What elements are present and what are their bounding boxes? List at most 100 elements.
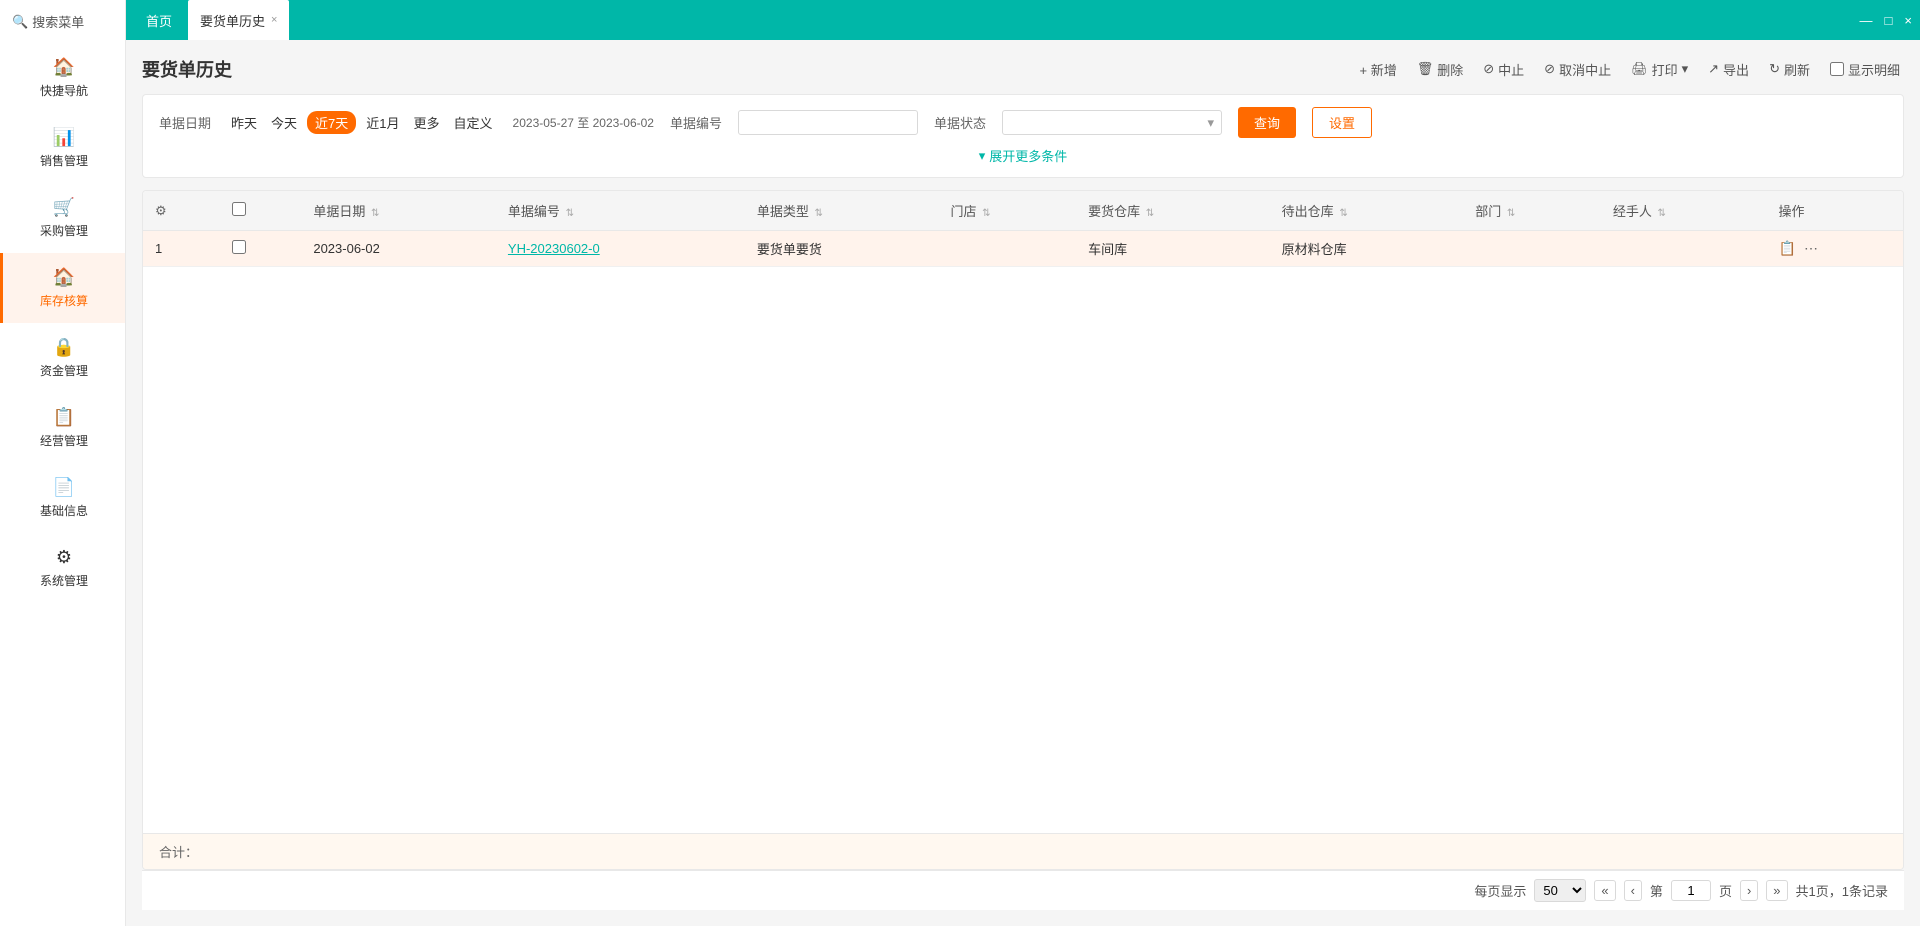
- sidebar-item-label: 快捷导航: [40, 82, 88, 99]
- sidebar-item-base-info[interactable]: 📄 基础信息: [0, 463, 125, 533]
- window-minimize-btn[interactable]: —: [1860, 13, 1873, 28]
- cell-pendingwarehouse: 原材料仓库: [1270, 231, 1464, 267]
- refresh-icon: ↻: [1769, 61, 1780, 77]
- sidebar-item-label: 库存核算: [40, 292, 88, 309]
- date-btn-more[interactable]: 更多: [410, 111, 444, 134]
- col-store-header: 门店 ⇅: [938, 191, 1076, 231]
- date-filter-label: 单据日期: [159, 113, 211, 132]
- sidebar-item-inventory[interactable]: 🏠 库存核算: [0, 253, 125, 323]
- tab-close-icon[interactable]: ×: [271, 14, 277, 26]
- table-header-row: ⚙ 单据日期 ⇅ 单据编号 ⇅: [143, 191, 1903, 231]
- data-table: ⚙ 单据日期 ⇅ 单据编号 ⇅: [143, 191, 1903, 267]
- date-btn-1month[interactable]: 近1月: [362, 111, 403, 134]
- date-btn-custom[interactable]: 自定义: [450, 111, 497, 134]
- refresh-button[interactable]: ↻ 刷新: [1765, 58, 1814, 81]
- page-input[interactable]: [1671, 880, 1711, 901]
- inventory-icon: 🏠: [53, 267, 75, 288]
- bill-no-label: 单据编号: [670, 113, 722, 132]
- sidebar-item-sales[interactable]: 📊 销售管理: [0, 113, 125, 183]
- table-settings-icon[interactable]: ⚙: [155, 203, 167, 218]
- cell-handler: [1601, 231, 1767, 267]
- bill-no-link[interactable]: YH-20230602-0: [508, 241, 600, 256]
- page-suffix: 页: [1719, 881, 1732, 900]
- sidebar-item-label: 资金管理: [40, 362, 88, 379]
- handler-sort-icon[interactable]: ⇅: [1658, 208, 1666, 219]
- next-page-btn[interactable]: ›: [1740, 880, 1758, 901]
- print-button[interactable]: 🖨 打印 ▾: [1627, 58, 1692, 81]
- sidebar-item-label: 基础信息: [40, 502, 88, 519]
- table-container: ⚙ 单据日期 ⇅ 单据编号 ⇅: [142, 190, 1904, 870]
- clipboard-icon: 📋: [53, 407, 75, 428]
- per-page-select[interactable]: 10 20 50 100: [1534, 879, 1586, 902]
- date-range-display: 2023-05-27 至 2023-06-02: [513, 114, 654, 131]
- window-maximize-btn[interactable]: □: [1885, 13, 1893, 28]
- status-select[interactable]: [1002, 110, 1222, 135]
- sidebar-item-finance[interactable]: 🔒 资金管理: [0, 323, 125, 393]
- first-page-btn[interactable]: «: [1594, 880, 1615, 901]
- page-title: 要货单历史: [142, 56, 232, 82]
- filter-row-1: 单据日期 昨天 今天 近7天 近1月 更多 自定义 2023-05-27 至 2…: [159, 107, 1887, 138]
- suspend-button[interactable]: ⊘ 中止: [1479, 58, 1528, 81]
- page-header: 要货单历史 + 新增 🗑 删除 ⊘ 中止 ⊘ 取消中止 🖨 打印: [142, 56, 1904, 82]
- store-sort-icon[interactable]: ⇅: [982, 208, 990, 219]
- col-operation-header: 操作: [1767, 191, 1904, 231]
- export-button[interactable]: ↗ 导出: [1704, 58, 1753, 81]
- last-page-btn[interactable]: »: [1766, 880, 1787, 901]
- suspend-icon: ⊘: [1483, 61, 1494, 77]
- show-detail-checkbox[interactable]: 显示明细: [1826, 58, 1904, 81]
- date-btn-7days[interactable]: 近7天: [307, 111, 356, 134]
- delete-button[interactable]: 🗑 删除: [1413, 58, 1468, 81]
- filter-area: 单据日期 昨天 今天 近7天 近1月 更多 自定义 2023-05-27 至 2…: [142, 94, 1904, 178]
- topbar-tab-active[interactable]: 要货单历史 ×: [188, 0, 289, 40]
- expand-more-btn[interactable]: ▾ 展开更多条件: [159, 146, 1887, 165]
- date-sort-icon[interactable]: ⇅: [371, 208, 379, 219]
- page-label: 第: [1650, 881, 1663, 900]
- prev-page-btn[interactable]: ‹: [1624, 880, 1642, 901]
- sidebar-item-quick-nav[interactable]: 🏠 快捷导航: [0, 43, 125, 113]
- col-billtype-header: 单据类型 ⇅: [745, 191, 939, 231]
- reqwarehouse-sort-icon[interactable]: ⇅: [1146, 208, 1154, 219]
- cell-operations: 📋 ⋯: [1767, 231, 1904, 267]
- topbar-home[interactable]: 首页: [134, 0, 184, 40]
- cell-reqwarehouse: 车间库: [1076, 231, 1270, 267]
- delete-icon: 🗑: [1417, 61, 1434, 77]
- tab-label: 要货单历史: [200, 11, 265, 30]
- sidebar-item-operations[interactable]: 📋 经营管理: [0, 393, 125, 463]
- date-btn-yesterday[interactable]: 昨天: [227, 111, 261, 134]
- bill-no-input[interactable]: [738, 110, 918, 135]
- select-all-checkbox[interactable]: [232, 202, 246, 216]
- row-edit-btn[interactable]: 📋: [1779, 240, 1796, 257]
- cancel-suspend-button[interactable]: ⊘ 取消中止: [1540, 58, 1615, 81]
- cell-index: 1: [143, 231, 220, 267]
- col-settings[interactable]: ⚙: [143, 191, 220, 231]
- home-icon: 🏠: [53, 57, 75, 78]
- billtype-sort-icon[interactable]: ⇅: [815, 208, 823, 219]
- row-more-btn[interactable]: ⋯: [1804, 240, 1818, 257]
- sidebar-item-purchase[interactable]: 🛒 采购管理: [0, 183, 125, 253]
- table-row: 1 2023-06-02 YH-20230602-0 要货单要货 车间库 原材料…: [143, 231, 1903, 267]
- new-button[interactable]: + 新增: [1355, 58, 1400, 81]
- billno-sort-icon[interactable]: ⇅: [566, 208, 574, 219]
- col-checkbox[interactable]: [220, 191, 302, 231]
- show-detail-input[interactable]: [1830, 62, 1844, 76]
- sidebar-search[interactable]: 🔍 搜索菜单: [0, 0, 125, 43]
- cell-billno: YH-20230602-0: [496, 231, 745, 267]
- dept-sort-icon[interactable]: ⇅: [1507, 208, 1515, 219]
- date-btn-today[interactable]: 今天: [267, 111, 301, 134]
- sidebar-item-system[interactable]: ⚙ 系统管理: [0, 533, 125, 603]
- print-icon: 🖨: [1631, 61, 1648, 77]
- sidebar-item-label: 经营管理: [40, 432, 88, 449]
- row-action-group: 📋 ⋯: [1779, 240, 1892, 257]
- query-button[interactable]: 查询: [1238, 107, 1296, 138]
- document-icon: 📄: [53, 477, 75, 498]
- cell-checkbox[interactable]: [220, 231, 302, 267]
- action-bar: + 新增 🗑 删除 ⊘ 中止 ⊘ 取消中止 🖨 打印 ▾: [1355, 58, 1904, 81]
- pendingwarehouse-sort-icon[interactable]: ⇅: [1339, 208, 1347, 219]
- chevron-down-icon: ▾: [979, 148, 986, 164]
- window-close-btn[interactable]: ×: [1904, 13, 1912, 28]
- sidebar-search-label: 搜索菜单: [32, 12, 84, 31]
- settings-button[interactable]: 设置: [1312, 107, 1372, 138]
- pagination: 每页显示 10 20 50 100 « ‹ 第 页 › » 共1页，1条记录: [142, 870, 1904, 910]
- row-checkbox[interactable]: [232, 240, 246, 254]
- topbar-right-actions: — □ ×: [1860, 13, 1912, 28]
